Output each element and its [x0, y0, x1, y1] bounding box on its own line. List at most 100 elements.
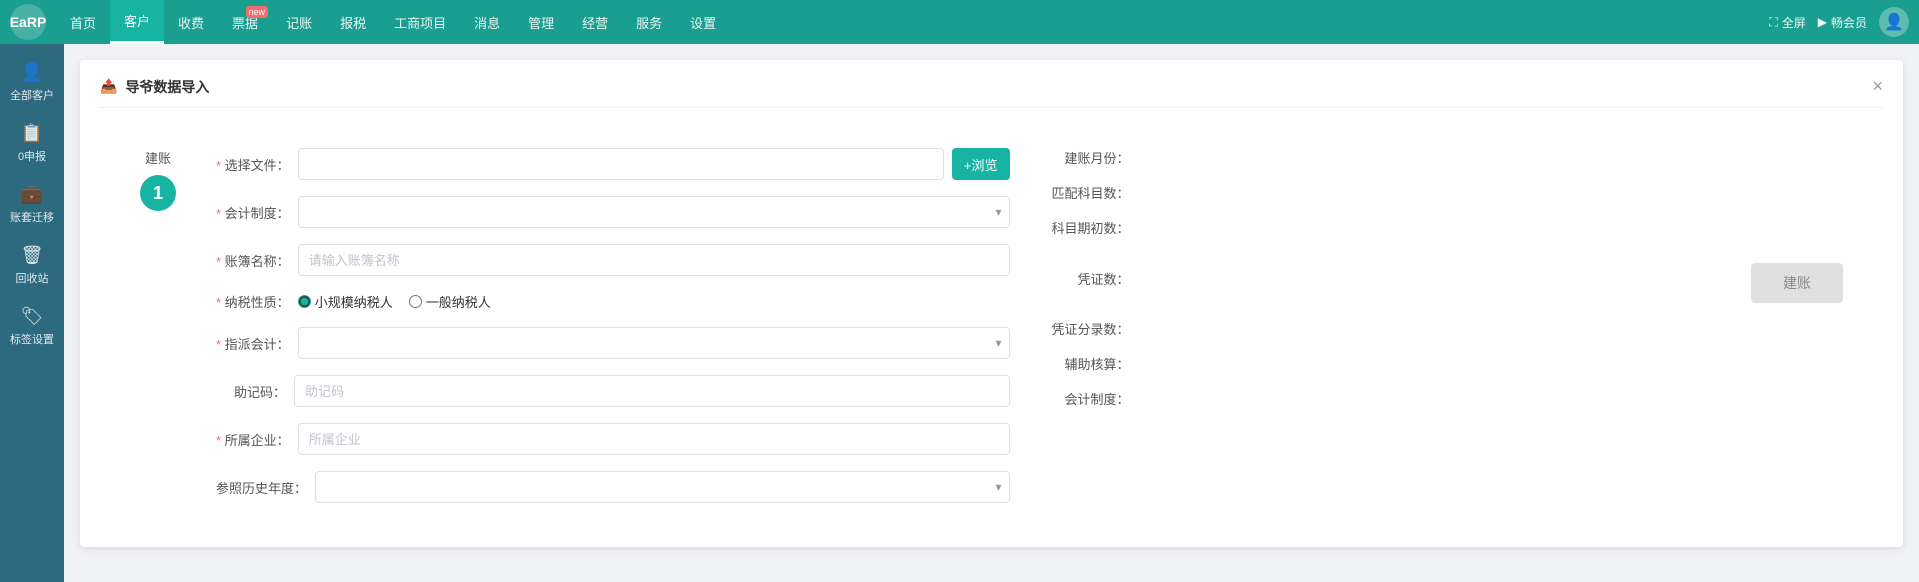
step-indicator: 建账 1 [140, 148, 176, 503]
ledger-name-input[interactable] [298, 244, 1010, 276]
tax-type-label: * 纳税性质： [216, 292, 290, 311]
general-taxpayer-option[interactable]: 一般纳税人 [409, 292, 491, 311]
match-subject-label: 匹配科目数： [1050, 183, 1130, 202]
create-account-button[interactable]: 建账 [1751, 263, 1843, 303]
ledger-name-row: * 账簿名称： [216, 244, 1010, 276]
user-avatar[interactable]: 👤 [1879, 7, 1909, 37]
nav-service[interactable]: 服务 [622, 0, 676, 44]
memo-label: 助记码： [216, 382, 286, 401]
step-label: 建账 [145, 148, 171, 167]
memo-row: 助记码： [216, 375, 1010, 407]
small-taxpayer-radio[interactable] [298, 295, 311, 308]
history-year-select[interactable] [315, 471, 1009, 503]
nav-items: 首页 客户 收费 票据 new 记账 报税 工商项目 消息 管理 经营 服务 设… [56, 0, 1769, 44]
assign-accountant-select-wrapper [298, 327, 1010, 359]
dialog-close-button[interactable]: × [1872, 76, 1883, 97]
general-taxpayer-radio[interactable] [409, 295, 422, 308]
voucher-label: 凭证数： [1050, 269, 1130, 288]
aux-accounting-row: 辅助核算： [1050, 354, 1844, 373]
assign-accountant-label: * 指派会计： [216, 334, 290, 353]
nav-billing[interactable]: 收费 [164, 0, 218, 44]
sidebar-item-label: 账套迁移 [10, 209, 54, 225]
nav-settings[interactable]: 设置 [676, 0, 730, 44]
sidebar-item-all-customers[interactable]: 👤 全部客户 [2, 54, 62, 111]
dialog-title-icon: 📤 [100, 78, 117, 95]
file-label: * 选择文件： [216, 155, 290, 174]
history-year-row: 参照历史年度： [216, 471, 1010, 503]
company-label: * 所属企业： [216, 430, 290, 449]
nav-invoice[interactable]: 票据 new [218, 0, 272, 44]
nav-home[interactable]: 首页 [56, 0, 110, 44]
vip-icon: ▶ [1818, 15, 1827, 29]
dialog-header: 📤 导爷数据导入 × [100, 76, 1883, 108]
browse-button[interactable]: +浏览 [952, 148, 1010, 180]
accounting-system2-label: 会计制度： [1050, 389, 1130, 408]
vip-button[interactable]: ▶ 畅会员 [1818, 14, 1867, 31]
form-right: 建账月份： 匹配科目数： 科目期初数： 凭证数： [1050, 148, 1844, 503]
declare-icon: 📋 [21, 123, 43, 144]
nav-operation[interactable]: 经营 [568, 0, 622, 44]
voucher-entries-label: 凭证分录数： [1050, 319, 1130, 338]
aux-accounting-label: 辅助核算： [1050, 354, 1130, 373]
sidebar-item-label: 回收站 [16, 270, 49, 286]
fullscreen-icon: ⛶ [1769, 15, 1777, 30]
all-customers-icon: 👤 [21, 62, 43, 83]
main-layout: 👤 全部客户 📋 0申报 💼 账套迁移 🗑 回收站 🏷 标签设置 📤 导爷 [0, 44, 1919, 582]
voucher-row: 凭证数： 建账 [1050, 253, 1844, 303]
fullscreen-label: 全屏 [1782, 14, 1806, 31]
app-logo: EaRP [10, 4, 46, 40]
top-nav: EaRP 首页 客户 收费 票据 new 记账 报税 工商项目 消息 管理 经营… [0, 0, 1919, 44]
match-subject-row: 匹配科目数： [1050, 183, 1844, 202]
sidebar-item-label: 0申报 [18, 148, 46, 164]
company-input[interactable] [298, 423, 1010, 455]
assign-accountant-row: * 指派会计： [216, 327, 1010, 359]
vip-label: 畅会员 [1831, 14, 1867, 31]
nav-customer[interactable]: 客户 [110, 0, 164, 44]
general-taxpayer-label: 一般纳税人 [426, 292, 491, 311]
tax-type-row: * 纳税性质： 小规模纳税人 一般纳税人 [216, 292, 1010, 311]
nav-tax[interactable]: 报税 [326, 0, 380, 44]
fullscreen-button[interactable]: ⛶ 全屏 [1769, 14, 1805, 31]
history-year-select-wrapper [315, 471, 1009, 503]
nav-business[interactable]: 工商项目 [380, 0, 460, 44]
sidebar-item-recycle[interactable]: 🗑 回收站 [2, 237, 62, 294]
file-select-row: * 选择文件： +浏览 [216, 148, 1010, 180]
accounting-system-row: * 会计制度： [216, 196, 1010, 228]
nav-manage[interactable]: 管理 [514, 0, 568, 44]
voucher-entries-row: 凭证分录数： [1050, 319, 1844, 338]
month-label: 建账月份： [1050, 148, 1130, 167]
dialog-title-text: 导爷数据导入 [125, 77, 209, 97]
nav-right: ⛶ 全屏 ▶ 畅会员 👤 [1769, 7, 1909, 37]
initial-balance-row: 科目期初数： [1050, 218, 1844, 237]
file-input[interactable] [298, 148, 944, 180]
company-row: * 所属企业： [216, 423, 1010, 455]
sidebar-item-label: 标签设置 [10, 331, 54, 347]
memo-input[interactable] [294, 375, 1010, 407]
content-area: 📤 导爷数据导入 × 建账 1 * 选择文件： [64, 44, 1919, 582]
ledger-name-label: * 账簿名称： [216, 251, 290, 270]
dialog-title: 📤 导爷数据导入 [100, 77, 209, 97]
step-circle: 1 [140, 175, 176, 211]
accounting-system-select[interactable] [298, 196, 1010, 228]
sidebar-item-tags[interactable]: 🏷 标签设置 [2, 298, 62, 355]
small-taxpayer-option[interactable]: 小规模纳税人 [298, 292, 393, 311]
accounting-system2-row: 会计制度： [1050, 389, 1844, 408]
assign-accountant-select[interactable] [298, 327, 1010, 359]
accounting-system-select-wrapper [298, 196, 1010, 228]
nav-bookkeeping[interactable]: 记账 [272, 0, 326, 44]
avatar-icon: 👤 [1884, 12, 1904, 32]
recycle-icon: 🗑 [21, 245, 44, 266]
tags-icon: 🏷 [21, 306, 44, 327]
sidebar-item-declare[interactable]: 📋 0申报 [2, 115, 62, 172]
small-taxpayer-label: 小规模纳税人 [315, 292, 393, 311]
migrate-icon: 💼 [21, 184, 43, 205]
nav-message[interactable]: 消息 [460, 0, 514, 44]
form-container: 建账 1 * 选择文件： +浏览 [100, 128, 1883, 523]
initial-balance-label: 科目期初数： [1050, 218, 1130, 237]
sidebar: 👤 全部客户 📋 0申报 💼 账套迁移 🗑 回收站 🏷 标签设置 [0, 44, 64, 582]
dialog-panel: 📤 导爷数据导入 × 建账 1 * 选择文件： [80, 60, 1903, 547]
sidebar-item-migrate[interactable]: 💼 账套迁移 [2, 176, 62, 233]
sidebar-item-label: 全部客户 [10, 87, 54, 103]
tax-type-radio-group: 小规模纳税人 一般纳税人 [298, 292, 1010, 311]
accounting-system-label: * 会计制度： [216, 203, 290, 222]
